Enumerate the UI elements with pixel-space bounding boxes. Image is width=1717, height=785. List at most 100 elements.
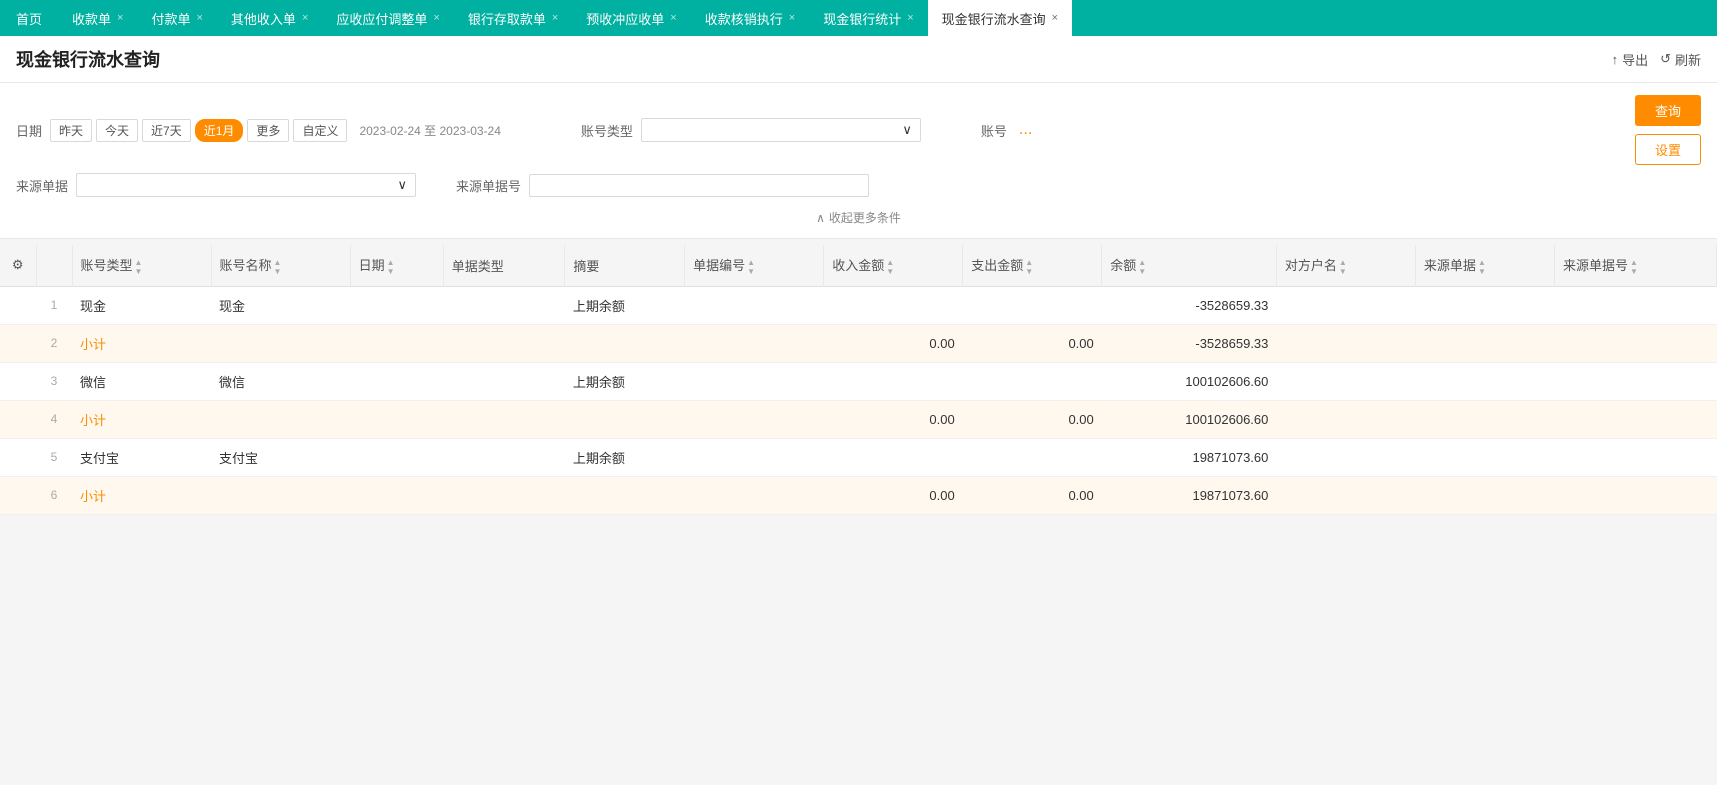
table-row: 1现金现金上期余额-3528659.33 bbox=[0, 286, 1717, 324]
tab-close-icon[interactable]: × bbox=[670, 12, 676, 24]
cell-num: 6 bbox=[36, 476, 72, 514]
col-header-settings: ⚙ bbox=[0, 245, 36, 286]
nav-home[interactable]: 首页 bbox=[0, 9, 58, 28]
nav-tab-现金银行统计[interactable]: 现金银行统计× bbox=[809, 0, 927, 36]
col-header-income[interactable]: 收入金额▲▼ bbox=[824, 245, 963, 286]
settings-button[interactable]: 设置 bbox=[1635, 134, 1701, 165]
export-button[interactable]: ↑ 导出 bbox=[1612, 50, 1649, 69]
col-header-account_name[interactable]: 账号名称▲▼ bbox=[211, 245, 350, 286]
cell-income: 0.00 bbox=[824, 476, 963, 514]
col-header-source_doc[interactable]: 来源单据▲▼ bbox=[1415, 245, 1554, 286]
cell-source_doc_no bbox=[1554, 286, 1716, 324]
cell-account_type: 微信 bbox=[72, 362, 211, 400]
tab-close-icon[interactable]: × bbox=[117, 12, 123, 24]
cell-balance: 19871073.60 bbox=[1102, 438, 1277, 476]
source-doc-filter-group: 来源单据 ∨ bbox=[16, 173, 416, 197]
cell-source_doc_no bbox=[1554, 324, 1716, 362]
col-header-balance[interactable]: 余额▲▼ bbox=[1102, 245, 1277, 286]
nav-tab-其他收入单[interactable]: 其他收入单× bbox=[217, 0, 322, 36]
nav-tab-收款核销执行[interactable]: 收款核销执行× bbox=[691, 0, 809, 36]
source-doc-no-input[interactable] bbox=[529, 174, 869, 197]
nav-tab-收款单[interactable]: 收款单× bbox=[58, 0, 137, 36]
cell-counterpart bbox=[1276, 362, 1415, 400]
sort-icon: ▲▼ bbox=[1138, 258, 1146, 276]
cell-account_name: 现金 bbox=[211, 286, 350, 324]
nav-tab-现金银行流水查询[interactable]: 现金银行流水查询× bbox=[928, 0, 1072, 36]
col-header-num bbox=[36, 245, 72, 286]
sort-icon: ▲▼ bbox=[1478, 258, 1486, 276]
cell-num: 2 bbox=[36, 324, 72, 362]
col-header-account_type[interactable]: 账号类型▲▼ bbox=[72, 245, 211, 286]
date-option-昨天[interactable]: 昨天 bbox=[50, 119, 92, 142]
cell-counterpart bbox=[1276, 324, 1415, 362]
cell-counterpart bbox=[1276, 286, 1415, 324]
tab-close-icon[interactable]: × bbox=[552, 12, 558, 24]
sort-icon: ▲▼ bbox=[1025, 258, 1033, 276]
tab-close-icon[interactable]: × bbox=[789, 12, 795, 24]
nav-tab-付款单[interactable]: 付款单× bbox=[137, 0, 216, 36]
tab-close-icon[interactable]: × bbox=[302, 12, 308, 24]
source-doc-label: 来源单据 bbox=[16, 176, 68, 195]
collapse-icon: ∧ bbox=[816, 211, 825, 225]
col-header-doc_no[interactable]: 单据编号▲▼ bbox=[685, 245, 824, 286]
cell-income: 0.00 bbox=[824, 400, 963, 438]
cell-settings bbox=[0, 438, 36, 476]
refresh-label: 刷新 bbox=[1675, 50, 1701, 69]
date-option-今天[interactable]: 今天 bbox=[96, 119, 138, 142]
source-doc-no-label: 来源单据号 bbox=[456, 176, 521, 195]
account-label: 账号 bbox=[981, 121, 1007, 140]
table-row: 5支付宝支付宝上期余额19871073.60 bbox=[0, 438, 1717, 476]
tab-close-icon[interactable]: × bbox=[433, 12, 439, 24]
account-type-chevron-icon: ∨ bbox=[902, 122, 912, 138]
cell-summary: 上期余额 bbox=[565, 362, 685, 400]
nav-tab-应收应付调整单[interactable]: 应收应付调整单× bbox=[322, 0, 453, 36]
refresh-icon: ↺ bbox=[1660, 51, 1671, 67]
tab-close-icon[interactable]: × bbox=[196, 12, 202, 24]
cell-account_type: 现金 bbox=[72, 286, 211, 324]
cell-source_doc bbox=[1415, 438, 1554, 476]
tab-close-icon[interactable]: × bbox=[1052, 12, 1058, 24]
source-doc-chevron-icon: ∨ bbox=[398, 177, 408, 193]
date-option-近1月[interactable]: 近1月 bbox=[195, 119, 244, 142]
query-button[interactable]: 查询 bbox=[1635, 95, 1701, 126]
date-option-自定义[interactable]: 自定义 bbox=[293, 119, 347, 142]
col-header-counterpart[interactable]: 对方户名▲▼ bbox=[1276, 245, 1415, 286]
cell-source_doc bbox=[1415, 362, 1554, 400]
date-option-近7天[interactable]: 近7天 bbox=[142, 119, 191, 142]
col-header-expense[interactable]: 支出金额▲▼ bbox=[963, 245, 1102, 286]
nav-tab-预收冲应收单[interactable]: 预收冲应收单× bbox=[572, 0, 690, 36]
export-icon: ↑ bbox=[1612, 52, 1619, 67]
refresh-button[interactable]: ↺ 刷新 bbox=[1660, 50, 1701, 69]
cell-summary: 上期余额 bbox=[565, 286, 685, 324]
table-row: 6小计0.000.0019871073.60 bbox=[0, 476, 1717, 514]
cell-settings bbox=[0, 400, 36, 438]
cell-balance: 19871073.60 bbox=[1102, 476, 1277, 514]
tab-close-icon[interactable]: × bbox=[907, 12, 913, 24]
cell-account_type: 支付宝 bbox=[72, 438, 211, 476]
gear-icon[interactable]: ⚙ bbox=[12, 257, 24, 272]
nav-tab-银行存取款单[interactable]: 银行存取款单× bbox=[454, 0, 572, 36]
collapse-bar[interactable]: ∧ 收起更多条件 bbox=[16, 205, 1701, 230]
account-type-select[interactable]: ∨ bbox=[641, 118, 921, 142]
date-option-更多[interactable]: 更多 bbox=[247, 119, 289, 142]
col-header-doc_type: 单据类型 bbox=[443, 245, 565, 286]
cell-doc_no bbox=[685, 438, 824, 476]
header-actions: ↑ 导出 ↺ 刷新 bbox=[1612, 50, 1701, 69]
sort-icon: ▲▼ bbox=[274, 258, 282, 276]
cell-doc_no bbox=[685, 362, 824, 400]
cell-expense: 0.00 bbox=[963, 476, 1102, 514]
top-nav: 首页 收款单×付款单×其他收入单×应收应付调整单×银行存取款单×预收冲应收单×收… bbox=[0, 0, 1717, 36]
source-doc-no-filter-group: 来源单据号 bbox=[456, 174, 869, 197]
cell-summary bbox=[565, 324, 685, 362]
source-doc-select[interactable]: ∨ bbox=[76, 173, 416, 197]
cell-source_doc_no bbox=[1554, 438, 1716, 476]
filter-row-2: 来源单据 ∨ 来源单据号 bbox=[16, 173, 1701, 197]
cell-balance: -3528659.33 bbox=[1102, 324, 1277, 362]
cell-income: 0.00 bbox=[824, 324, 963, 362]
col-header-source_doc_no[interactable]: 来源单据号▲▼ bbox=[1554, 245, 1716, 286]
cell-date bbox=[350, 476, 443, 514]
account-ellipsis-button[interactable]: ... bbox=[1015, 121, 1036, 139]
col-header-date[interactable]: 日期▲▼ bbox=[350, 245, 443, 286]
cell-account_name: 微信 bbox=[211, 362, 350, 400]
sort-icon: ▲▼ bbox=[1339, 258, 1347, 276]
